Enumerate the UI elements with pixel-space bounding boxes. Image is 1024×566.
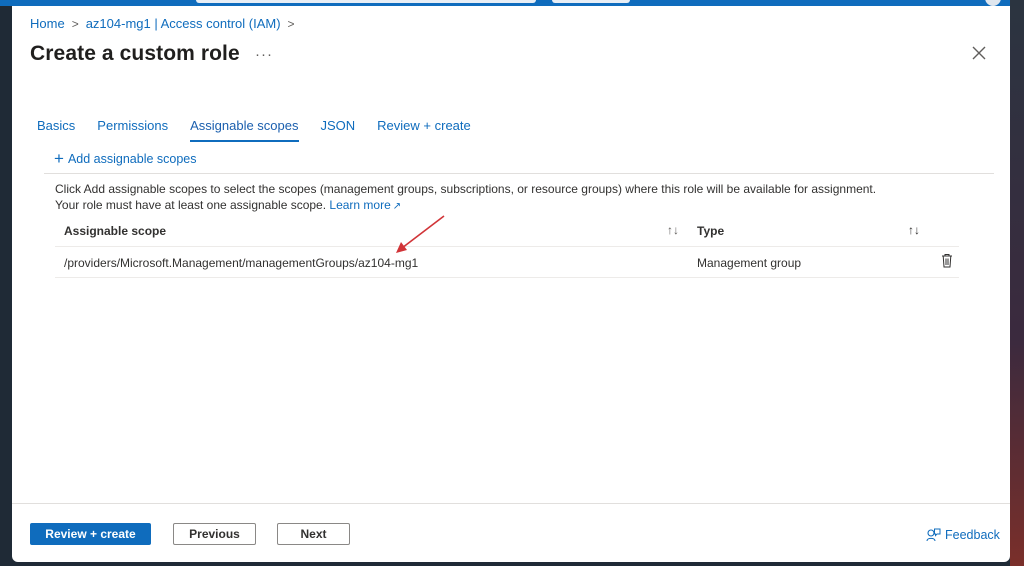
- external-link-icon: ↗: [392, 201, 402, 212]
- toolbar-divider: [44, 173, 994, 174]
- learn-more-link[interactable]: Learn more ↗: [329, 198, 401, 212]
- tab-review-create[interactable]: Review + create: [377, 118, 471, 142]
- description: Click Add assignable scopes to select th…: [55, 181, 955, 215]
- feedback-icon: [926, 528, 941, 542]
- breadcrumb-separator: >: [287, 16, 295, 31]
- table-header: Assignable scope ↑↓ Type ↑↓: [55, 218, 959, 247]
- tab-permissions[interactable]: Permissions: [97, 118, 168, 142]
- next-button[interactable]: Next: [277, 523, 350, 545]
- table-row[interactable]: /providers/Microsoft.Management/manageme…: [55, 247, 959, 278]
- breadcrumb-home[interactable]: Home: [30, 16, 65, 31]
- create-custom-role-blade: Home > az104-mg1 | Access control (IAM) …: [12, 6, 1010, 562]
- assignable-scopes-table: Assignable scope ↑↓ Type ↑↓ /providers/M…: [55, 218, 959, 278]
- tab-assignable-scopes[interactable]: Assignable scopes: [190, 118, 299, 142]
- more-options-button[interactable]: ···: [255, 46, 273, 63]
- page-title: Create a custom role: [30, 42, 240, 65]
- sort-icon[interactable]: ↑↓: [667, 223, 679, 237]
- column-header-assignable-scope[interactable]: Assignable scope: [64, 224, 166, 238]
- annotation-arrow: [396, 215, 445, 253]
- feedback-label: Feedback: [945, 528, 1000, 542]
- tab-bar: Basics Permissions Assignable scopes JSO…: [37, 118, 493, 142]
- close-icon[interactable]: [970, 44, 988, 62]
- breadcrumb-separator: >: [71, 16, 79, 31]
- breadcrumb-iam[interactable]: az104-mg1 | Access control (IAM): [86, 16, 281, 31]
- tab-json[interactable]: JSON: [321, 118, 356, 142]
- description-line-2: Your role must have at least one assigna…: [55, 198, 327, 212]
- column-header-type[interactable]: Type: [697, 224, 724, 238]
- footer-divider: [12, 503, 1010, 504]
- add-assignable-scopes-label: Add assignable scopes: [67, 152, 197, 166]
- sort-icon[interactable]: ↑↓: [908, 223, 920, 237]
- description-line-1: Click Add assignable scopes to select th…: [55, 182, 877, 196]
- plus-icon: +: [54, 149, 64, 168]
- global-search-bar[interactable]: [196, 0, 536, 3]
- feedback-button[interactable]: Feedback: [926, 528, 1000, 542]
- review-create-button[interactable]: Review + create: [30, 523, 151, 545]
- previous-button[interactable]: Previous: [173, 523, 256, 545]
- scope-cell: /providers/Microsoft.Management/manageme…: [64, 256, 419, 270]
- learn-more-label: Learn more: [329, 198, 391, 212]
- copilot-button[interactable]: [552, 0, 630, 3]
- breadcrumb: Home > az104-mg1 | Access control (IAM) …: [30, 16, 302, 31]
- add-assignable-scopes-button[interactable]: + Add assignable scopes: [54, 149, 197, 168]
- type-cell: Management group: [697, 256, 802, 270]
- desktop-background: [1010, 0, 1024, 566]
- tab-basics[interactable]: Basics: [37, 118, 75, 142]
- delete-icon[interactable]: [941, 253, 953, 268]
